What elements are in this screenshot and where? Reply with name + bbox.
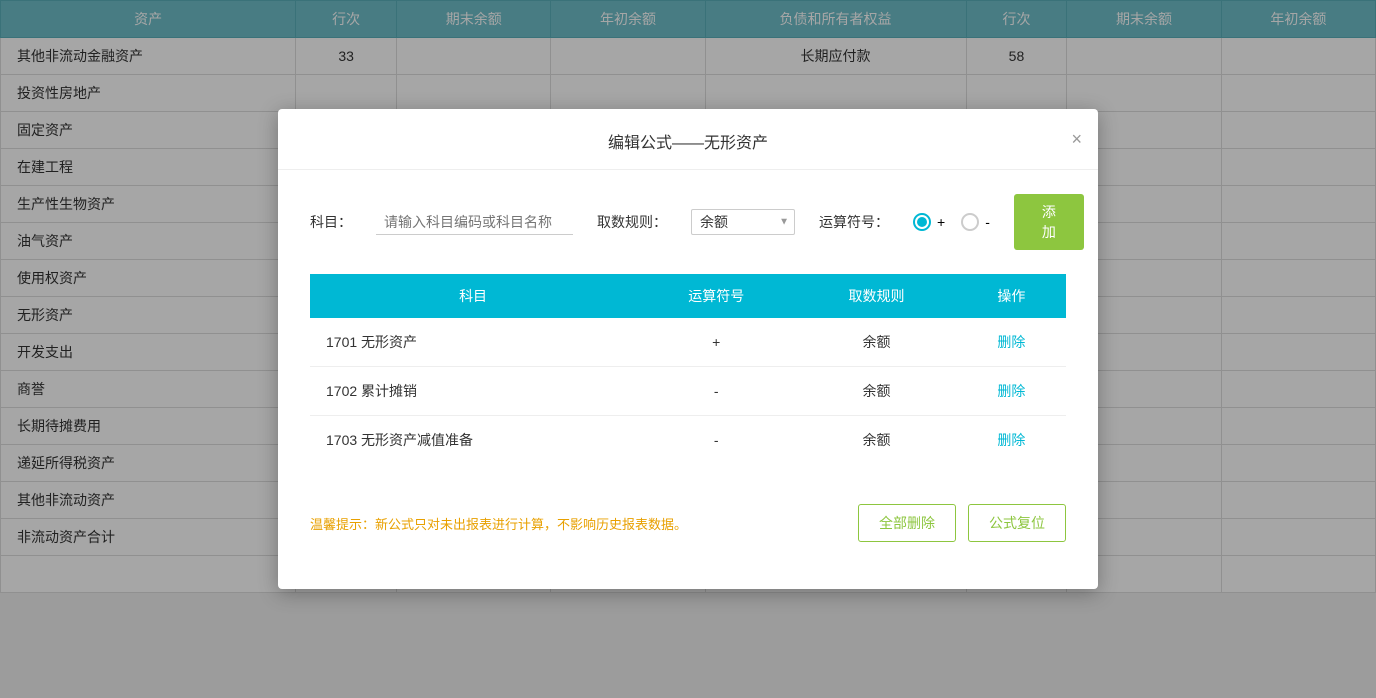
- rule-label: 取数规则：: [597, 212, 667, 232]
- edit-formula-modal: 编辑公式——无形资产 × 科目： 取数规则： 余额 借方 贷方 借方发生额 贷方…: [278, 109, 1098, 589]
- formula-operator: -: [636, 367, 796, 416]
- formula-rule: 余额: [796, 318, 956, 367]
- operator-label: 运算符号：: [819, 212, 889, 232]
- modal-overlay: 编辑公式——无形资产 × 科目： 取数规则： 余额 借方 贷方 借方发生额 贷方…: [0, 0, 1376, 698]
- operator-minus-radio[interactable]: -: [961, 213, 990, 231]
- formula-action: 删除: [957, 416, 1066, 465]
- th-rule: 取数规则: [796, 274, 956, 318]
- th-action: 操作: [957, 274, 1066, 318]
- subject-input[interactable]: [376, 210, 573, 235]
- rule-select-wrapper: 余额 借方 贷方 借方发生额 贷方发生额 ▼: [691, 209, 795, 235]
- footer-tip: 温馨提示：新公式只对未出报表进行计算，不影响历史报表数据。: [310, 514, 687, 533]
- formula-row: 1702 累计摊销 - 余额 删除: [310, 367, 1066, 416]
- delete-link[interactable]: 删除: [997, 334, 1025, 350]
- formula-form: 科目： 取数规则： 余额 借方 贷方 借方发生额 贷方发生额 ▼ 运算符号：: [310, 194, 1066, 250]
- operator-minus-label: -: [985, 214, 990, 230]
- formula-action: 删除: [957, 318, 1066, 367]
- formula-row: 1703 无形资产减值准备 - 余额 删除: [310, 416, 1066, 465]
- formula-action: 删除: [957, 367, 1066, 416]
- delete-link[interactable]: 删除: [997, 432, 1025, 448]
- formula-operator: +: [636, 318, 796, 367]
- formula-rule: 余额: [796, 416, 956, 465]
- th-subject: 科目: [310, 274, 636, 318]
- modal-header: 编辑公式——无形资产 ×: [278, 109, 1098, 170]
- operator-plus-radio[interactable]: +: [913, 213, 945, 231]
- subject-label: 科目：: [310, 212, 352, 232]
- table-header-row: 科目 运算符号 取数规则 操作: [310, 274, 1066, 318]
- footer-buttons: 全部删除 公式复位: [858, 504, 1066, 542]
- formula-row: 1701 无形资产 + 余额 删除: [310, 318, 1066, 367]
- radio-plus-indicator: [913, 213, 931, 231]
- operator-plus-label: +: [937, 214, 945, 230]
- modal-title: 编辑公式——无形资产: [608, 135, 768, 152]
- formula-operator: -: [636, 416, 796, 465]
- add-button[interactable]: 添加: [1014, 194, 1084, 250]
- delete-all-button[interactable]: 全部删除: [858, 504, 956, 542]
- formula-subject: 1703 无形资产减值准备: [310, 416, 636, 465]
- operator-radio-group: + -: [913, 213, 990, 231]
- formula-subject: 1701 无形资产: [310, 318, 636, 367]
- th-operator: 运算符号: [636, 274, 796, 318]
- formula-subject: 1702 累计摊销: [310, 367, 636, 416]
- modal-footer: 温馨提示：新公式只对未出报表进行计算，不影响历史报表数据。 全部删除 公式复位: [278, 488, 1098, 566]
- rule-select[interactable]: 余额 借方 贷方 借方发生额 贷方发生额: [691, 209, 795, 235]
- modal-body: 科目： 取数规则： 余额 借方 贷方 借方发生额 贷方发生额 ▼ 运算符号：: [278, 170, 1098, 488]
- reset-formula-button[interactable]: 公式复位: [968, 504, 1066, 542]
- delete-link[interactable]: 删除: [997, 383, 1025, 399]
- formula-table: 科目 运算符号 取数规则 操作 1701 无形资产 + 余额 删除 1702 累…: [310, 274, 1066, 464]
- radio-minus-indicator: [961, 213, 979, 231]
- close-button[interactable]: ×: [1071, 130, 1082, 148]
- formula-rule: 余额: [796, 367, 956, 416]
